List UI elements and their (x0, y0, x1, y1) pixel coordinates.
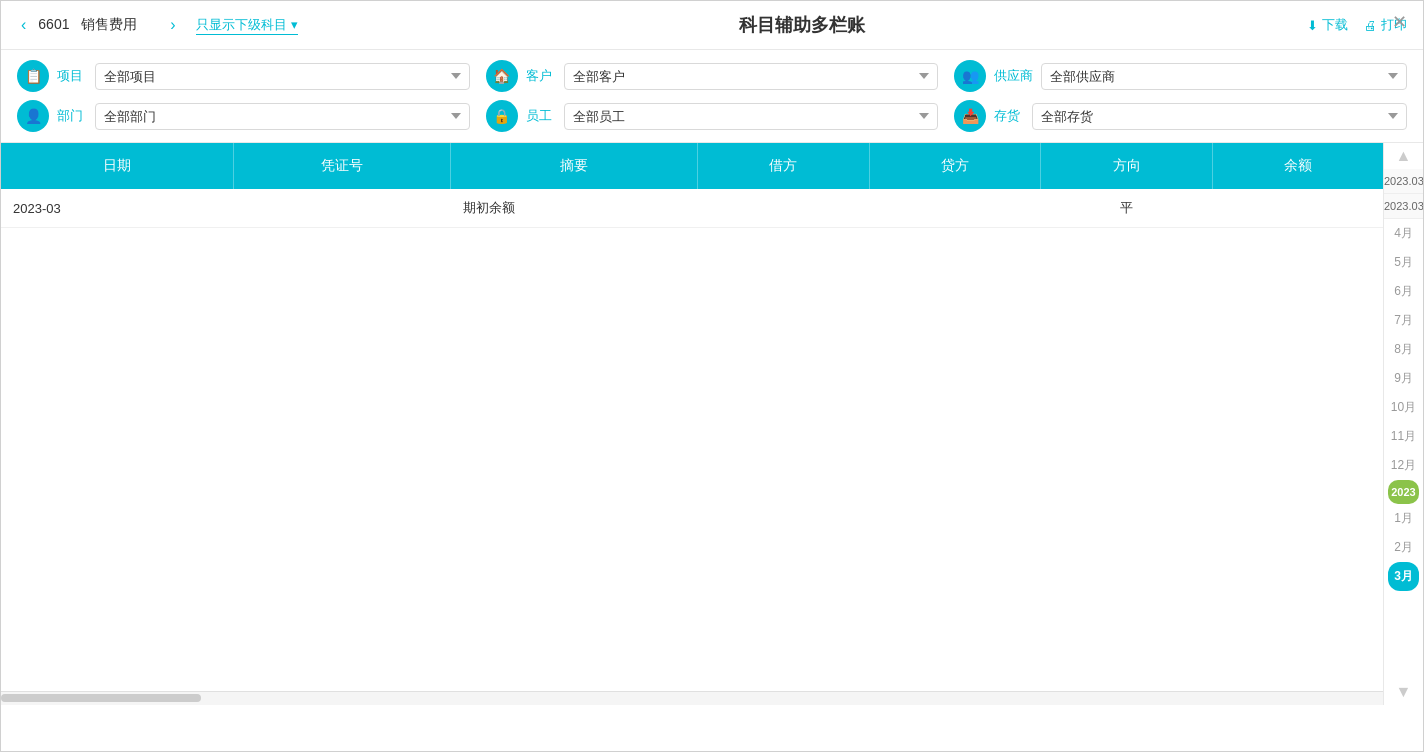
main-window: ✕ ‹ 6601 销售费用 › 只显示下级科目 ▾ 科目辅助多栏账 ⬇ 下载 🖨… (0, 0, 1424, 752)
cell-balance (1213, 189, 1383, 228)
nav-next-button[interactable]: › (166, 16, 179, 34)
ledger-table: 日期 凭证号 摘要 借方 贷方 方向 余额 2023-03 期初余额 平 (1, 143, 1383, 228)
cell-direction: 平 (1041, 189, 1213, 228)
filter-item-inventory: 📥 存货 全部存货 (954, 100, 1407, 132)
col-voucher: 凭证号 (234, 143, 451, 189)
cell-date: 2023-03 (1, 189, 234, 228)
timeline: ▲ 2023.03 2023.03 4月5月6月7月8月9月10月11月12月2… (1383, 143, 1423, 705)
col-debit: 借方 (697, 143, 869, 189)
timeline-item[interactable]: 8月 (1384, 335, 1423, 364)
supplier-select[interactable]: 全部供应商 (1041, 63, 1407, 90)
close-button[interactable]: ✕ (1392, 11, 1407, 33)
timeline-item[interactable]: 10月 (1384, 393, 1423, 422)
download-button[interactable]: ⬇ 下载 (1307, 16, 1348, 34)
timeline-item[interactable]: 2月 (1384, 533, 1423, 562)
page-title: 科目辅助多栏账 (306, 13, 1299, 37)
filter-item-department: 👤 部门 全部部门 (17, 100, 470, 132)
horizontal-scrollbar[interactable] (1, 691, 1383, 705)
timeline-up-button[interactable]: ▲ (1384, 143, 1423, 169)
timeline-item[interactable]: 4月 (1384, 219, 1423, 248)
timeline-item[interactable]: 2023 (1388, 480, 1419, 504)
inventory-label: 存货 (994, 107, 1024, 125)
timeline-item[interactable]: 6月 (1384, 277, 1423, 306)
department-icon: 👤 (17, 100, 49, 132)
timeline-item[interactable]: 3月 (1388, 562, 1419, 591)
download-icon: ⬇ (1307, 18, 1318, 33)
project-icon: 📋 (17, 60, 49, 92)
timeline-item[interactable]: 12月 (1384, 451, 1423, 480)
cell-voucher (234, 189, 451, 228)
customer-icon: 🏠 (486, 60, 518, 92)
project-label: 项目 (57, 67, 87, 85)
col-credit: 贷方 (869, 143, 1041, 189)
col-date: 日期 (1, 143, 234, 189)
supplier-icon: 👥 (954, 60, 986, 92)
table-row: 2023-03 期初余额 平 (1, 189, 1383, 228)
timeline-item[interactable]: 9月 (1384, 364, 1423, 393)
sub-subject-label: 只显示下级科目 (196, 16, 287, 34)
supplier-label: 供应商 (994, 67, 1033, 85)
employee-icon: 🔒 (486, 100, 518, 132)
top-bar: ‹ 6601 销售费用 › 只显示下级科目 ▾ 科目辅助多栏账 ⬇ 下载 🖨 打… (1, 1, 1423, 50)
inventory-select[interactable]: 全部存货 (1032, 103, 1407, 130)
nav-prev-button[interactable]: ‹ (17, 16, 30, 34)
sub-subject-toggle[interactable]: 只显示下级科目 ▾ (196, 16, 298, 35)
timeline-selected-2[interactable]: 2023.03 (1384, 194, 1423, 219)
timeline-item[interactable]: 1月 (1384, 504, 1423, 533)
col-direction: 方向 (1041, 143, 1213, 189)
employee-label: 员工 (526, 107, 556, 125)
cell-credit (869, 189, 1041, 228)
customer-label: 客户 (526, 67, 556, 85)
col-balance: 余额 (1213, 143, 1383, 189)
timeline-item[interactable]: 11月 (1384, 422, 1423, 451)
timeline-selected-1[interactable]: 2023.03 (1384, 169, 1423, 194)
col-summary: 摘要 (451, 143, 697, 189)
table-wrapper: 日期 凭证号 摘要 借方 贷方 方向 余额 2023-03 期初余额 平 (1, 143, 1383, 228)
account-name: 销售费用 (81, 16, 137, 32)
filter-item-customer: 🏠 客户 全部客户 (486, 60, 939, 92)
customer-select[interactable]: 全部客户 (564, 63, 939, 90)
chevron-down-icon: ▾ (291, 17, 298, 32)
project-select[interactable]: 全部项目 (95, 63, 470, 90)
filter-area: 📋 项目 全部项目 🏠 客户 全部客户 👥 供应商 全部供应商 👤 部门 (1, 50, 1423, 143)
cell-summary: 期初余额 (451, 189, 697, 228)
account-label: 6601 销售费用 (38, 16, 158, 34)
filter-item-supplier: 👥 供应商 全部供应商 (954, 60, 1407, 92)
filter-item-employee: 🔒 员工 全部员工 (486, 100, 939, 132)
timeline-item[interactable]: 5月 (1384, 248, 1423, 277)
timeline-item[interactable]: 7月 (1384, 306, 1423, 335)
timeline-down-button[interactable]: ▼ (1384, 679, 1423, 705)
scrollbar-thumb[interactable] (1, 694, 201, 702)
cell-debit (697, 189, 869, 228)
filter-item-project: 📋 项目 全部项目 (17, 60, 470, 92)
account-code: 6601 (38, 16, 69, 32)
department-select[interactable]: 全部部门 (95, 103, 470, 130)
print-icon: 🖨 (1364, 18, 1377, 33)
employee-select[interactable]: 全部员工 (564, 103, 939, 130)
inventory-icon: 📥 (954, 100, 986, 132)
department-label: 部门 (57, 107, 87, 125)
